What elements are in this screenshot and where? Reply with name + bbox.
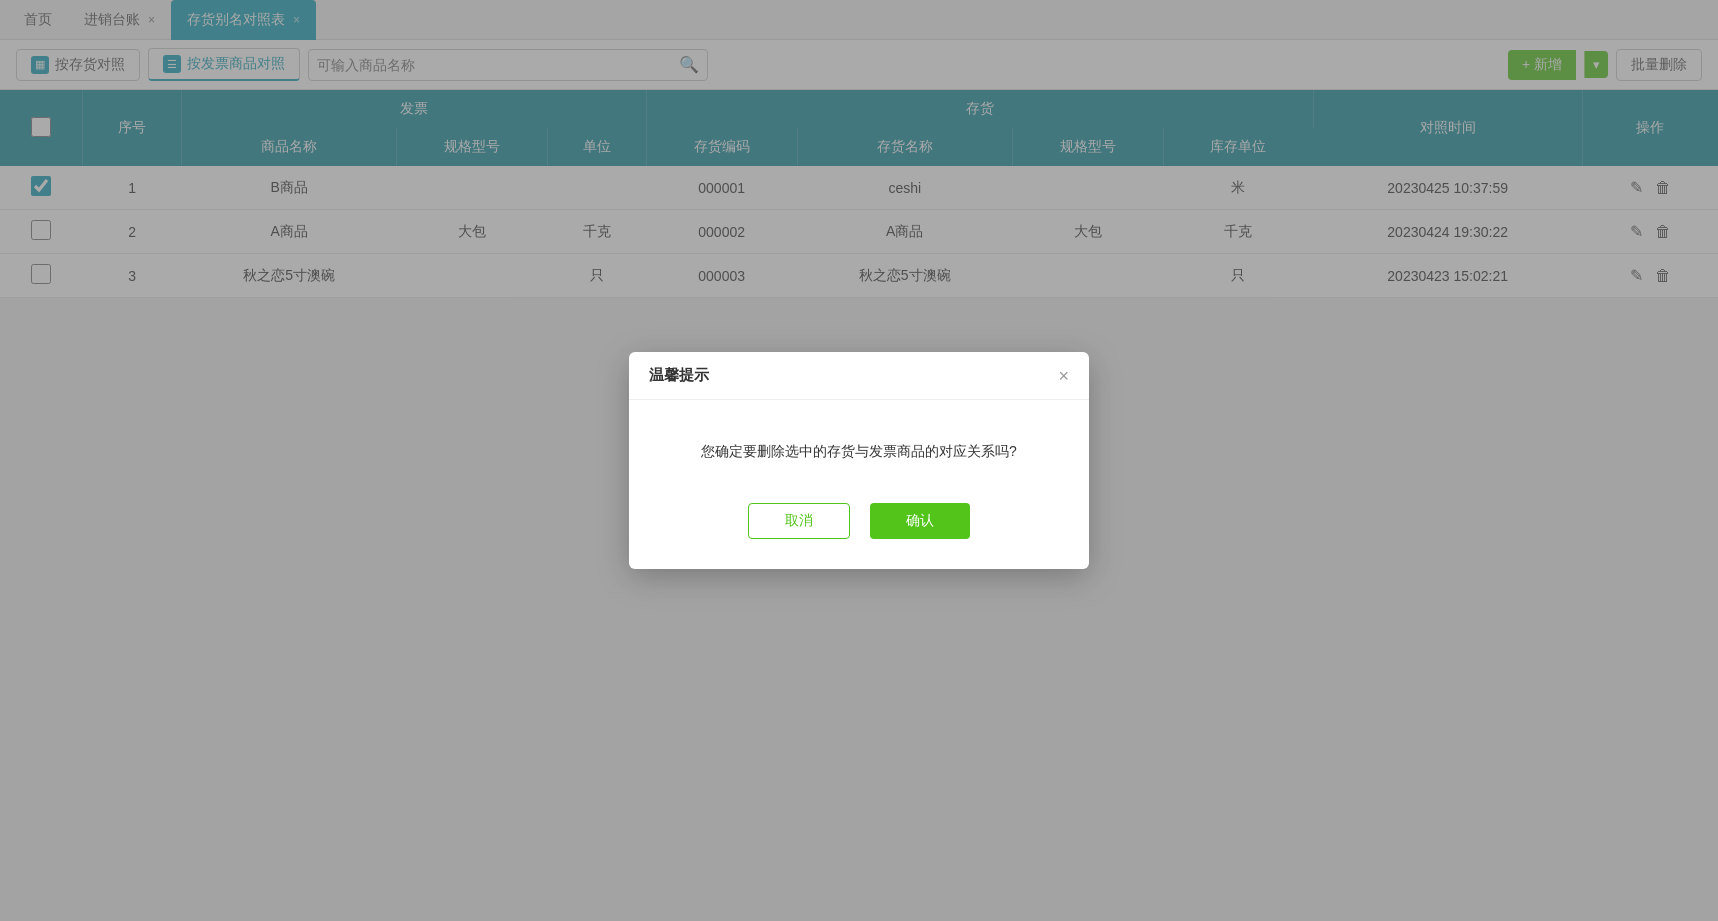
dialog-overlay: 温馨提示 × 您确定要删除选中的存货与发票商品的对应关系吗? 取消 确认 [0,0,1718,298]
